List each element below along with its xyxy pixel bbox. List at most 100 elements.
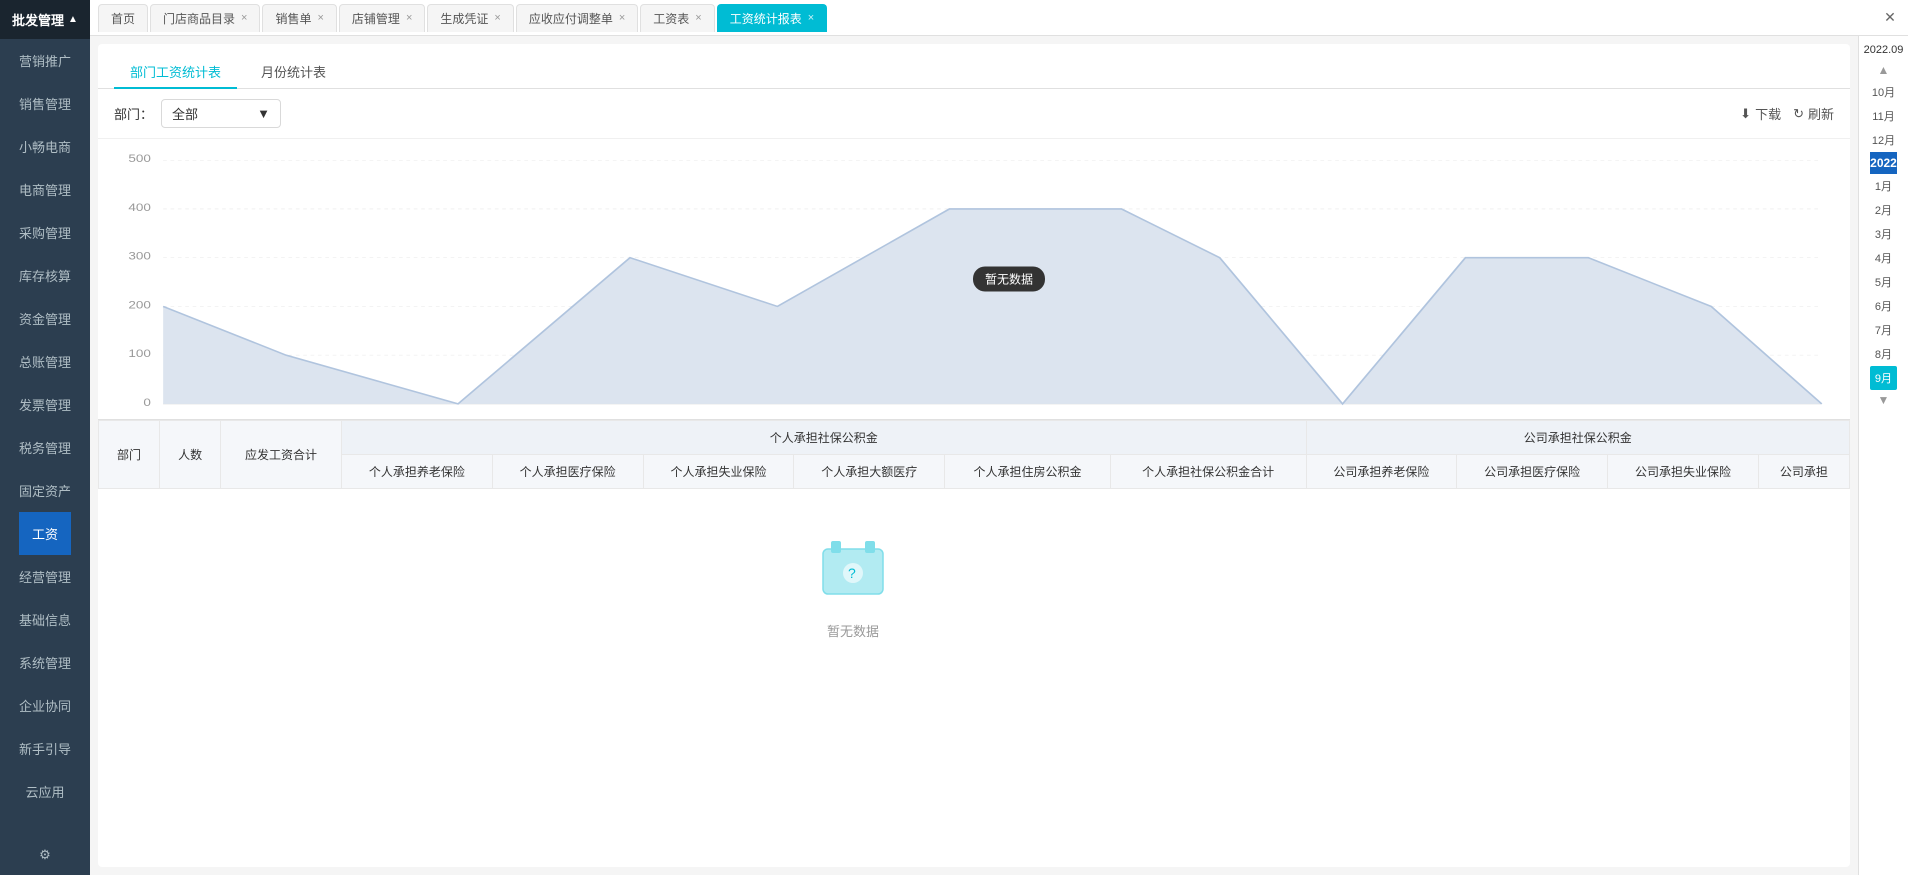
tab-close-icon[interactable]: ×	[241, 13, 247, 24]
refresh-button[interactable]: ↻ 刷新	[1793, 104, 1834, 123]
sidebar-item-库存核算[interactable]: 库存核算	[19, 254, 71, 297]
tab-label: 生成凭证	[440, 10, 488, 27]
tab-close-icon[interactable]: ×	[406, 13, 412, 24]
chart-area: 0 100 200 300 400 500	[98, 139, 1850, 419]
sub-tabs: 部门工资统计表 月份统计表	[98, 44, 1850, 89]
data-table: 部门 人数 应发工资合计 个人承担社保公积金 公司承担社保公积金 个人承担养老保…	[98, 420, 1850, 680]
tab-应收应付调整单[interactable]: 应收应付调整单 ×	[516, 4, 638, 32]
main-area: 首页门店商品目录×销售单×店铺管理×生成凭证×应收应付调整单×工资表×工资统计报…	[90, 0, 1908, 875]
sidebar-item-系统管理[interactable]: 系统管理	[19, 641, 71, 684]
date-nav-down[interactable]: ▼	[1872, 390, 1896, 410]
sidebar-item-发票管理[interactable]: 发票管理	[19, 383, 71, 426]
tab-close-icon[interactable]: ×	[317, 13, 323, 24]
svg-text:100: 100	[128, 347, 151, 360]
tab-生成凭证[interactable]: 生成凭证 ×	[427, 4, 513, 32]
page-inner: 部门工资统计表 月份统计表 部门： 全部 ▼ ⬇	[98, 44, 1850, 867]
sidebar-item-小畅电商[interactable]: 小畅电商	[19, 125, 71, 168]
dept-select[interactable]: 全部 ▼	[161, 99, 281, 128]
sidebar-item-电商管理[interactable]: 电商管理	[19, 168, 71, 211]
tab-工资统计报表[interactable]: 工资统计报表 ×	[717, 4, 827, 32]
date-item-4月[interactable]: 4月	[1870, 246, 1897, 270]
refresh-icon: ↻	[1793, 106, 1804, 122]
col-公司承担医疗保险: 公司承担医疗保险	[1457, 455, 1608, 489]
sidebar-item-资金管理[interactable]: 资金管理	[19, 297, 71, 340]
sidebar-item-税务管理[interactable]: 税务管理	[19, 426, 71, 469]
sidebar-item-采购管理[interactable]: 采购管理	[19, 211, 71, 254]
empty-text: 暂无数据	[827, 621, 879, 640]
tab-工资表[interactable]: 工资表 ×	[640, 4, 714, 32]
tab-label: 应收应付调整单	[529, 10, 613, 27]
date-item-6月[interactable]: 6月	[1870, 294, 1897, 318]
tab-label: 销售单	[275, 10, 311, 27]
tab-label: 门店商品目录	[163, 10, 235, 27]
date-panel-header: 2022.09	[1862, 40, 1906, 60]
sidebar-item-基础信息[interactable]: 基础信息	[19, 598, 71, 641]
date-item-12月[interactable]: 12月	[1870, 128, 1897, 152]
sidebar-item-企业协同[interactable]: 企业协同	[19, 684, 71, 727]
col-个人承担失业保险: 个人承担失业保险	[643, 455, 794, 489]
sidebar-item-营销推广[interactable]: 营销推广	[19, 39, 71, 82]
date-nav-up[interactable]: ▲	[1872, 60, 1896, 80]
svg-text:?: ?	[848, 565, 856, 581]
svg-text:400: 400	[128, 201, 151, 214]
date-item-11月[interactable]: 11月	[1870, 104, 1897, 128]
tab-close-icon[interactable]: ×	[619, 13, 625, 24]
sidebar-item-销售管理[interactable]: 销售管理	[19, 82, 71, 125]
table-section[interactable]: 部门 人数 应发工资合计 个人承担社保公积金 公司承担社保公积金 个人承担养老保…	[98, 419, 1850, 867]
settings-button[interactable]: ⚙	[0, 835, 90, 875]
empty-icon: ?	[813, 529, 893, 609]
download-label: 下载	[1755, 104, 1781, 123]
date-item-1月[interactable]: 1月	[1870, 174, 1897, 198]
svg-text:0: 0	[143, 396, 151, 409]
col-个人承担社保公积金合计: 个人承担社保公积金合计	[1110, 455, 1306, 489]
toolbar: 部门： 全部 ▼ ⬇ 下载 ↻ 刷新	[98, 89, 1850, 139]
dept-label: 部门：	[114, 104, 153, 123]
sidebar-item-新手引导[interactable]: 新手引导	[19, 727, 71, 770]
tab-店铺管理[interactable]: 店铺管理×	[339, 4, 425, 32]
sidebar-header[interactable]: 批发管理 ▲	[0, 0, 90, 39]
sidebar-item-总账管理[interactable]: 总账管理	[19, 340, 71, 383]
date-item-7月[interactable]: 7月	[1870, 318, 1897, 342]
sidebar: 批发管理 ▲ 营销推广销售管理小畅电商电商管理采购管理库存核算资金管理总账管理发…	[0, 0, 90, 875]
dept-select-value: 全部	[172, 104, 198, 123]
sub-tab-month[interactable]: 月份统计表	[245, 56, 342, 89]
content-area: 部门工资统计表 月份统计表 部门： 全部 ▼ ⬇	[90, 36, 1908, 875]
tab-close-icon[interactable]: ×	[808, 13, 814, 24]
tab-close-icon[interactable]: ×	[695, 13, 701, 24]
tab-门店商品目录[interactable]: 门店商品目录 ×	[150, 4, 260, 32]
date-item-8月[interactable]: 8月	[1870, 342, 1897, 366]
page-content: 部门工资统计表 月份统计表 部门： 全部 ▼ ⬇	[90, 36, 1858, 875]
date-item-10月[interactable]: 10月	[1870, 80, 1897, 104]
col-salary: 应发工资合计	[221, 421, 342, 489]
col-个人承担住房公积金: 个人承担住房公积金	[945, 455, 1111, 489]
col-公司承担养老保险: 公司承担养老保险	[1306, 455, 1457, 489]
chart-tooltip: 暂无数据	[973, 267, 1045, 292]
svg-text:300: 300	[128, 250, 151, 263]
date-panel: 2022.09 ▲ 10月11月12月20221月2月3月4月5月6月7月8月9…	[1858, 36, 1908, 875]
col-个人承担大额医疗: 个人承担大额医疗	[794, 455, 945, 489]
date-item-2月[interactable]: 2月	[1870, 198, 1897, 222]
tab-label: 工资表	[653, 10, 689, 27]
tab-label: 工资统计报表	[730, 10, 802, 27]
col-company-insurance: 公司承担社保公积金	[1306, 421, 1850, 455]
sidebar-item-工资[interactable]: 工资	[19, 512, 71, 555]
sub-tab-dept[interactable]: 部门工资统计表	[114, 56, 237, 89]
sidebar-item-云应用[interactable]: 云应用	[19, 770, 71, 813]
col-公司承担: 公司承担	[1758, 455, 1849, 489]
tab-销售单[interactable]: 销售单 ×	[262, 4, 336, 32]
col-个人承担养老保险: 个人承担养老保险	[342, 455, 493, 489]
tab-首页[interactable]: 首页	[98, 4, 148, 32]
date-item-9月[interactable]: 9月	[1870, 366, 1897, 390]
download-button[interactable]: ⬇ 下载	[1740, 104, 1781, 123]
date-item-5月[interactable]: 5月	[1870, 270, 1897, 294]
refresh-label: 刷新	[1808, 104, 1834, 123]
col-个人承担医疗保险: 个人承担医疗保险	[492, 455, 643, 489]
tab-close-icon[interactable]: ×	[494, 13, 500, 24]
sidebar-item-经营管理[interactable]: 经营管理	[19, 555, 71, 598]
date-item-2022[interactable]: 2022	[1870, 152, 1897, 174]
col-公司承担失业保险: 公司承担失业保险	[1608, 455, 1759, 489]
svg-text:500: 500	[128, 152, 151, 165]
sidebar-item-固定资产[interactable]: 固定资产	[19, 469, 71, 512]
close-all-button[interactable]: ✕	[1880, 8, 1900, 28]
date-item-3月[interactable]: 3月	[1870, 222, 1897, 246]
